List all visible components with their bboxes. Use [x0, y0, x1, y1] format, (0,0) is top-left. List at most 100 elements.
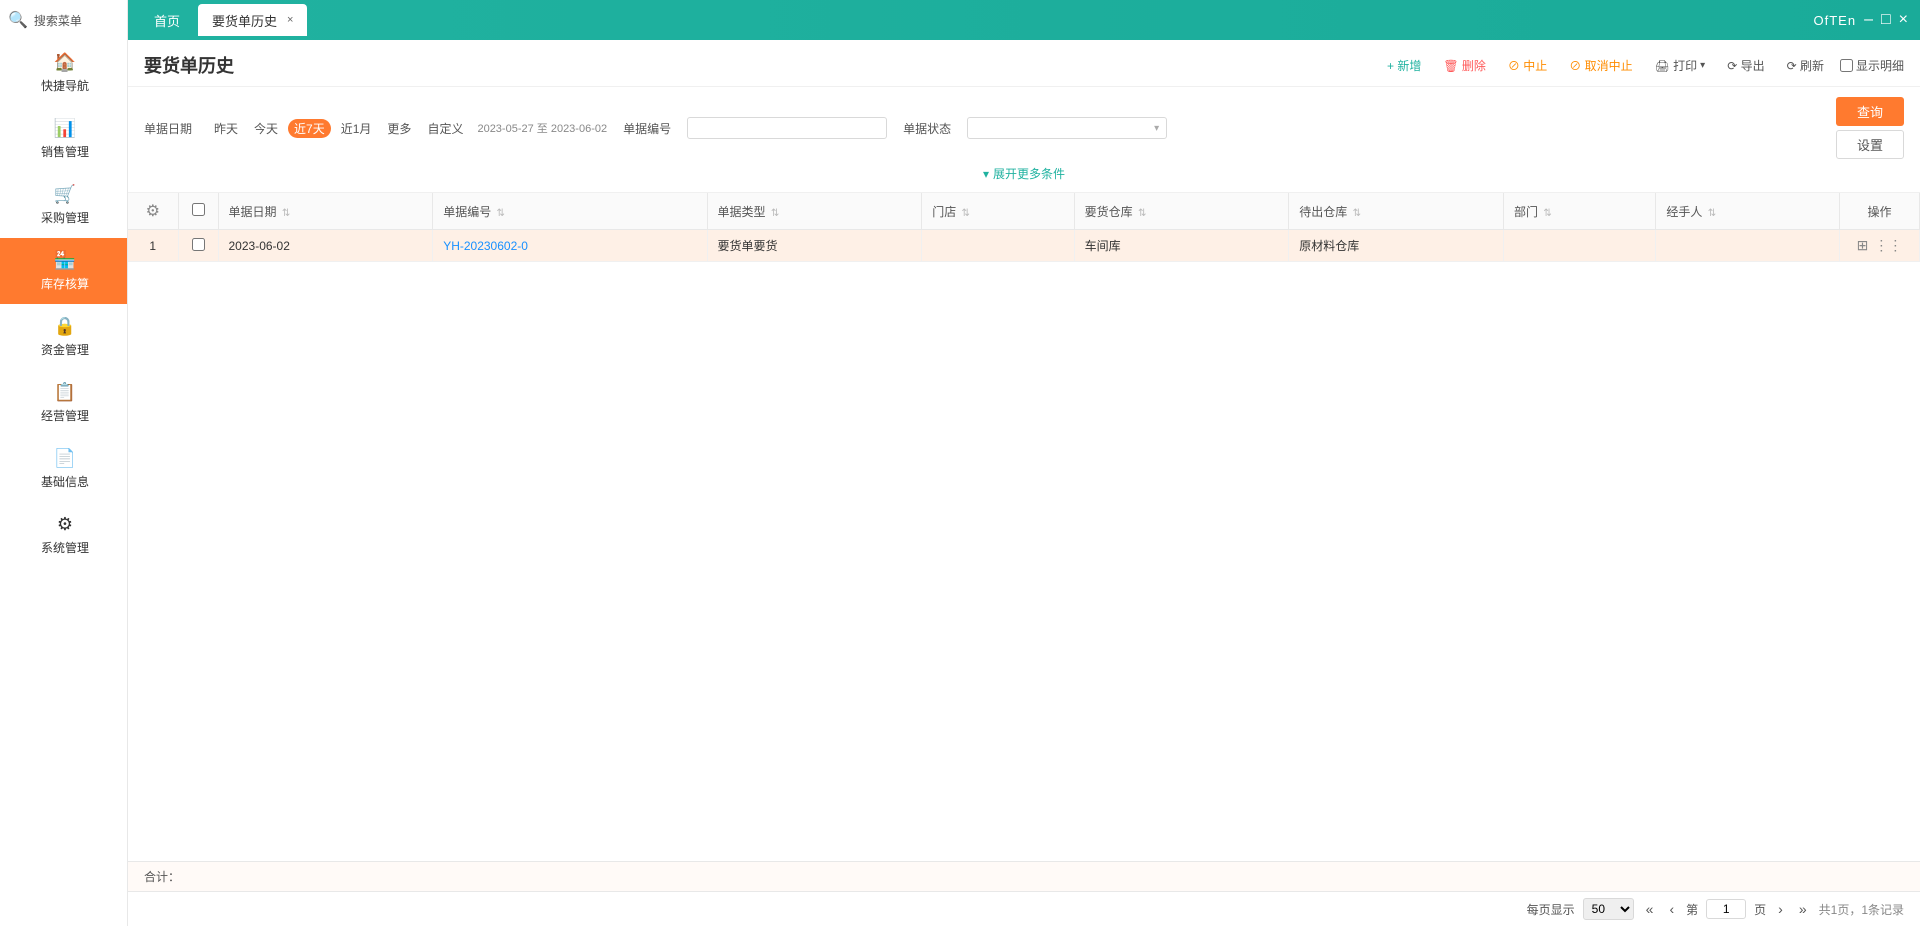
date-btn-today[interactable]: 今天 — [248, 119, 284, 138]
sidebar-item-purchase[interactable]: 🛒 采购管理 — [0, 172, 127, 238]
sidebar-search-label: 搜索菜单 — [34, 12, 82, 29]
purchase-icon: 🛒 — [54, 184, 76, 205]
total-pages-info: 共1页，1条记录 — [1819, 901, 1904, 918]
more-icon[interactable]: ⋮⋮ — [1874, 237, 1902, 254]
page-title: 要货单历史 — [144, 52, 234, 78]
th-checkbox — [178, 193, 218, 230]
date-btn-1month[interactable]: 近1月 — [335, 119, 378, 138]
expand-more-row: ▾ 展开更多条件 — [144, 165, 1904, 182]
home-icon: 🏠 — [54, 52, 76, 73]
toolbar: + 新增 🗑 删除 ⊘ 中止 ⊘ 取消中止 🖨 打印 ▾ ⟳ 导出 — [1381, 54, 1904, 77]
th-doc-type: 单据类型 ⇅ — [707, 193, 922, 230]
table-footer: 合计： — [128, 861, 1920, 891]
table-settings-icon[interactable]: ⚙ — [146, 203, 160, 220]
sidebar-item-base-info[interactable]: 📄 基础信息 — [0, 436, 127, 502]
th-pending-warehouse-label: 待出仓库 — [1299, 205, 1347, 219]
row-doc-type: 要货单要货 — [707, 230, 922, 262]
expand-more-btn[interactable]: ▾ 展开更多条件 — [983, 165, 1065, 182]
sidebar-item-sales[interactable]: 📊 销售管理 — [0, 106, 127, 172]
tab-home[interactable]: 首页 — [140, 4, 194, 36]
stop-button[interactable]: ⊘ 中止 — [1502, 54, 1553, 77]
delete-button-label: 🗑 删除 — [1443, 57, 1486, 74]
sidebar-item-label: 基础信息 — [41, 473, 89, 490]
row-department — [1503, 230, 1655, 262]
new-button[interactable]: + 新增 — [1381, 54, 1427, 77]
per-page-select[interactable]: 50 10 20 100 — [1583, 898, 1634, 920]
th-action: 操作 — [1840, 193, 1920, 230]
maximize-button[interactable]: □ — [1881, 11, 1891, 29]
sidebar-item-inventory[interactable]: 🏪 库存核算 — [0, 238, 127, 304]
th-store-label: 门店 — [932, 205, 956, 219]
doc-number-input[interactable] — [687, 117, 887, 139]
show-detail-label: 显示明细 — [1856, 57, 1904, 74]
filter-row-1: 单据日期 昨天 今天 近7天 近1月 更多 自定义 2023-05-27 至 2… — [144, 97, 1904, 159]
date-btn-yesterday[interactable]: 昨天 — [208, 119, 244, 138]
sidebar-item-label: 系统管理 — [41, 539, 89, 556]
th-settings: ⚙ — [128, 193, 178, 230]
table-header-row: ⚙ 单据日期 ⇅ 单据编号 ⇅ — [128, 193, 1920, 230]
new-button-label: + 新增 — [1387, 57, 1421, 74]
last-page-btn[interactable]: » — [1795, 901, 1811, 917]
print-button[interactable]: 🖨 打印 ▾ — [1649, 54, 1712, 77]
doc-status-select-wrap: ▾ — [967, 117, 1167, 139]
doc-status-label: 单据状态 — [903, 120, 951, 137]
data-table: ⚙ 单据日期 ⇅ 单据编号 ⇅ — [128, 193, 1920, 262]
edit-icon[interactable]: ⊞ — [1857, 237, 1869, 254]
cancel-stop-button[interactable]: ⊘ 取消中止 — [1563, 54, 1638, 77]
query-button[interactable]: 查询 — [1836, 97, 1904, 126]
sidebar-search[interactable]: 🔍 搜索菜单 — [0, 0, 127, 40]
store-sort-icon: ⇅ — [962, 208, 970, 219]
tab-home-label: 首页 — [154, 11, 180, 30]
sidebar-item-system[interactable]: ⚙ 系统管理 — [0, 502, 127, 568]
row-checkbox[interactable] — [192, 238, 205, 251]
stop-button-label: ⊘ 中止 — [1508, 57, 1547, 74]
system-icon: ⚙ — [57, 514, 73, 535]
select-all-checkbox[interactable] — [192, 203, 205, 216]
show-detail-toggle[interactable]: 显示明细 — [1840, 57, 1904, 74]
table-area: ⚙ 单据日期 ⇅ 单据编号 ⇅ — [128, 193, 1920, 861]
page-number-input[interactable] — [1706, 899, 1746, 919]
action-icons: ⊞ ⋮⋮ — [1850, 237, 1909, 254]
export-button-label: ⟳ 导出 — [1727, 57, 1764, 74]
sidebar-item-label: 销售管理 — [41, 143, 89, 160]
sidebar-item-quick-nav[interactable]: 🏠 快捷导航 — [0, 40, 127, 106]
close-window-button[interactable]: × — [1899, 11, 1908, 29]
first-page-btn[interactable]: « — [1642, 901, 1658, 917]
th-req-warehouse: 要货仓库 ⇅ — [1074, 193, 1289, 230]
doc-status-select[interactable] — [967, 117, 1167, 139]
row-action: ⊞ ⋮⋮ — [1840, 230, 1920, 262]
next-page-btn[interactable]: › — [1774, 901, 1787, 917]
tab-order-history[interactable]: 要货单历史 × — [198, 4, 307, 36]
refresh-button[interactable]: ⟳ 刷新 — [1781, 54, 1830, 77]
sidebar: 🔍 搜索菜单 🏠 快捷导航 📊 销售管理 🛒 采购管理 🏪 库存核算 🔒 资金管… — [0, 0, 128, 926]
date-btn-7days[interactable]: 近7天 — [288, 119, 331, 138]
th-date: 单据日期 ⇅ — [218, 193, 433, 230]
sidebar-item-finance[interactable]: 🔒 资金管理 — [0, 304, 127, 370]
row-date: 2023-06-02 — [218, 230, 433, 262]
page-header: 要货单历史 + 新增 🗑 删除 ⊘ 中止 ⊘ 取消中止 🖨 打印 ▾ — [128, 40, 1920, 87]
doc-type-sort-icon: ⇅ — [771, 208, 779, 219]
th-doc-no-label: 单据编号 — [443, 205, 491, 219]
cancel-stop-label: ⊘ 取消中止 — [1569, 57, 1632, 74]
tab-close-icon[interactable]: × — [287, 14, 293, 26]
delete-button[interactable]: 🗑 删除 — [1437, 54, 1492, 77]
date-filter-label: 单据日期 — [144, 120, 192, 137]
operations-icon: 📋 — [54, 382, 76, 403]
sidebar-item-operations[interactable]: 📋 经营管理 — [0, 370, 127, 436]
setting-button[interactable]: 设置 — [1836, 130, 1904, 159]
sidebar-item-label: 快捷导航 — [41, 77, 89, 94]
doc-no-link[interactable]: YH-20230602-0 — [443, 239, 528, 253]
date-btn-more[interactable]: 更多 — [381, 119, 417, 138]
row-store — [922, 230, 1074, 262]
sales-icon: 📊 — [54, 118, 76, 139]
prev-page-btn[interactable]: ‹ — [1665, 901, 1678, 917]
date-btn-custom[interactable]: 自定义 — [421, 119, 469, 138]
row-req-warehouse: 车间库 — [1074, 230, 1289, 262]
date-shortcuts: 昨天 今天 近7天 近1月 更多 自定义 2023-05-27 至 2023-0… — [208, 119, 607, 138]
minimize-button[interactable]: – — [1864, 11, 1873, 29]
pending-warehouse-sort-icon: ⇅ — [1353, 208, 1361, 219]
expand-more-label: 展开更多条件 — [993, 165, 1065, 182]
show-detail-checkbox[interactable] — [1840, 59, 1853, 72]
export-button[interactable]: ⟳ 导出 — [1721, 54, 1770, 77]
main-area: 首页 要货单历史 × OfTEn – □ × 要货单历史 + 新增 🗑 删除 — [128, 0, 1920, 926]
